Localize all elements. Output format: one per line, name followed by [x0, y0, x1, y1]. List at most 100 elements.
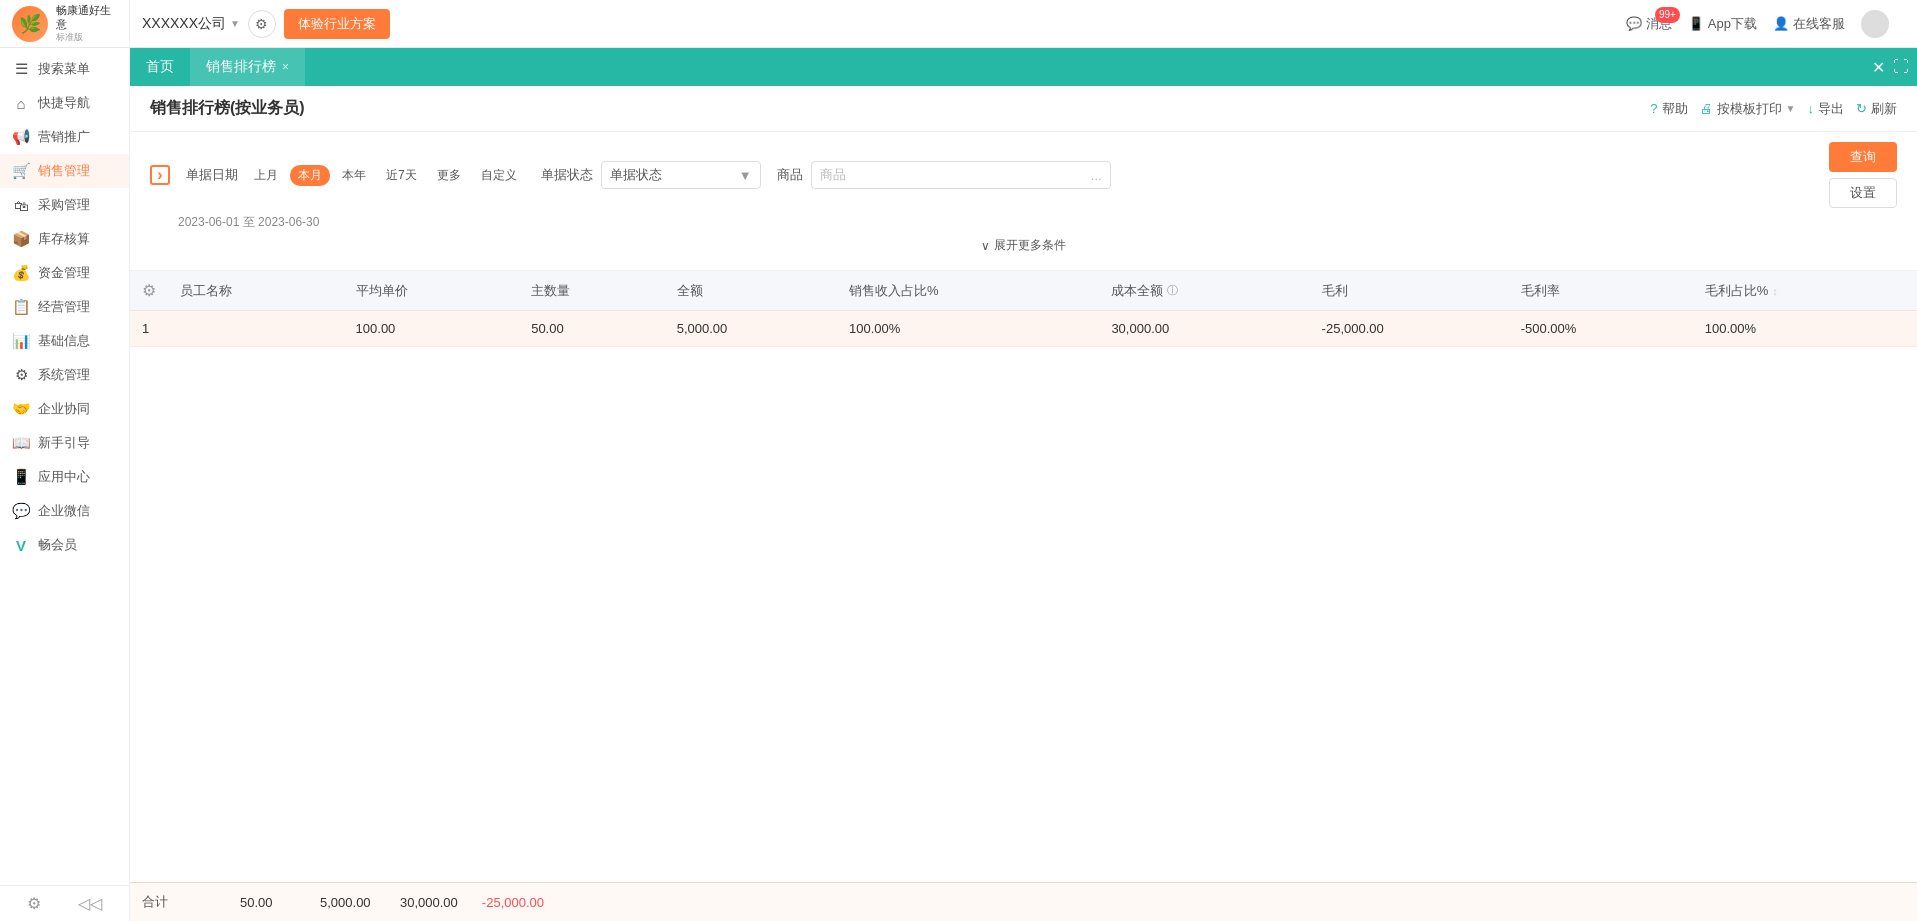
col-cost: 成本全额 ⓘ: [1099, 271, 1309, 311]
goods-filter: 商品 商品 ...: [777, 161, 1111, 189]
date-tab-last-month[interactable]: 上月: [246, 165, 286, 186]
company-selector[interactable]: XXXXXX公司 ▼: [142, 15, 240, 33]
cost-info-icon[interactable]: ⓘ: [1167, 283, 1178, 298]
cell-cost: 30,000.00: [1099, 311, 1309, 347]
help-button[interactable]: ? 帮助: [1650, 100, 1687, 118]
goods-filter-label: 商品: [777, 166, 803, 184]
col-avg-price: 平均单价: [344, 271, 520, 311]
user-avatar[interactable]: [1861, 10, 1889, 38]
sidebar-item-apps[interactable]: 📱 应用中心: [0, 460, 129, 494]
sidebar-item-corp[interactable]: 🤝 企业协同: [0, 392, 129, 426]
cell-sales-pct: 100.00%: [837, 311, 1099, 347]
help-icon: ?: [1650, 101, 1657, 116]
operations-icon: 📋: [12, 298, 30, 316]
tab-home[interactable]: 首页: [130, 48, 190, 86]
sidebar-item-label: 销售管理: [38, 162, 90, 180]
guide-icon: 📖: [12, 434, 30, 452]
data-table: ⚙ 员工名称 平均单价 主数量 全额 销售收入占比%: [130, 271, 1917, 347]
settings-button-filter[interactable]: 设置: [1829, 178, 1897, 208]
sidebar-item-basic[interactable]: 📊 基础信息: [0, 324, 129, 358]
sidebar-item-marketing[interactable]: 📢 营销推广: [0, 120, 129, 154]
col-settings-icon[interactable]: ⚙: [142, 282, 156, 299]
query-button[interactable]: 查询: [1829, 142, 1897, 172]
profit-pct-sort-icon[interactable]: ↕: [1772, 285, 1778, 297]
sidebar-settings-icon[interactable]: ⚙: [27, 894, 41, 913]
tab-sales-ranking-label: 销售排行榜: [206, 58, 276, 76]
sidebar-item-label: 资金管理: [38, 264, 90, 282]
filter-expand-toggle[interactable]: ›: [150, 165, 170, 185]
col-settings-header[interactable]: ⚙: [130, 271, 168, 311]
app-name: 畅康通好生意: [56, 3, 117, 32]
sidebar-item-system[interactable]: ⚙ 系统管理: [0, 358, 129, 392]
sidebar-item-member[interactable]: V 畅会员: [0, 528, 129, 562]
template-print-button[interactable]: 🖨 按模板打印 ▼: [1700, 100, 1796, 118]
tab-sales-ranking[interactable]: 销售排行榜 ×: [190, 48, 305, 86]
sidebar-item-label: 基础信息: [38, 332, 90, 350]
sidebar-item-purchase[interactable]: 🛍 采购管理: [0, 188, 129, 222]
sidebar-item-search[interactable]: ☰ 搜索菜单: [0, 52, 129, 86]
app-version: 标准版: [56, 31, 117, 44]
service-icon: 👤: [1773, 16, 1789, 31]
date-tab-custom[interactable]: 自定义: [473, 165, 525, 186]
sidebar-collapse-icon[interactable]: ◁◁: [78, 894, 102, 913]
expand-down-icon: ∨: [981, 239, 990, 253]
trial-button[interactable]: 体验行业方案: [284, 9, 390, 39]
cell-profit-rate: -500.00%: [1509, 311, 1693, 347]
tab-bar-close-icon[interactable]: ✕: [1872, 58, 1885, 77]
status-select-arrow: ▼: [739, 168, 752, 183]
message-button[interactable]: 💬 消息 99+: [1626, 15, 1672, 33]
tab-bar-maximize-icon[interactable]: ⛶: [1893, 58, 1909, 76]
table-row: 1 100.00 50.00 5,000.00 100.00% 30,000.0…: [130, 311, 1917, 347]
col-profit: 毛利: [1310, 271, 1509, 311]
cell-amount: 5,000.00: [665, 311, 837, 347]
refresh-button[interactable]: ↻ 刷新: [1856, 100, 1897, 118]
finance-icon: 💰: [12, 264, 30, 282]
refresh-label: 刷新: [1871, 100, 1897, 118]
table-footer: 合计 50.00 5,000.00 30,000.00 -25,000.00: [130, 882, 1917, 921]
sidebar-item-label: 新手引导: [38, 434, 90, 452]
sidebar-item-label: 系统管理: [38, 366, 90, 384]
goods-more-icon[interactable]: ...: [1091, 168, 1102, 183]
export-button[interactable]: ↓ 导出: [1808, 100, 1845, 118]
footer-profit: -25,000.00: [470, 895, 556, 910]
action-buttons: 查询 设置: [1829, 142, 1897, 208]
footer-cost: 30,000.00: [388, 895, 470, 910]
date-tab-current-month[interactable]: 本月: [290, 165, 330, 186]
goods-input[interactable]: 商品 ...: [811, 161, 1111, 189]
apps-icon: 📱: [12, 468, 30, 486]
sidebar-item-inventory[interactable]: 📦 库存核算: [0, 222, 129, 256]
status-filter: 单据状态 单据状态 ▼: [541, 161, 761, 189]
sidebar-item-finance[interactable]: 💰 资金管理: [0, 256, 129, 290]
date-tabs: 上月 本月 本年 近7天 更多 自定义: [246, 165, 525, 186]
help-label: 帮助: [1662, 100, 1688, 118]
expand-more-filters[interactable]: ∨ 展开更多条件: [150, 231, 1897, 260]
message-badge: 99+: [1655, 7, 1680, 23]
sales-icon: 🛒: [12, 162, 30, 180]
status-select[interactable]: 单据状态 ▼: [601, 161, 761, 189]
export-label: 导出: [1818, 100, 1844, 118]
col-quantity: 主数量: [519, 271, 665, 311]
sidebar-item-operations[interactable]: 📋 经营管理: [0, 290, 129, 324]
company-dropdown-icon: ▼: [230, 18, 240, 29]
status-filter-label: 单据状态: [541, 166, 593, 184]
sidebar-item-wechat[interactable]: 💬 企业微信: [0, 494, 129, 528]
app-download-button[interactable]: 📱 App下载: [1688, 15, 1757, 33]
cell-rank: 1: [130, 311, 168, 347]
template-print-label: 按模板打印: [1717, 100, 1782, 118]
sidebar-item-label: 企业协同: [38, 400, 90, 418]
sidebar-item-nav[interactable]: ⌂ 快捷导航: [0, 86, 129, 120]
date-filter-label: 单据日期: [186, 166, 238, 184]
sidebar-item-sales[interactable]: 🛒 销售管理: [0, 154, 129, 188]
tab-close-icon[interactable]: ×: [282, 60, 289, 74]
col-profit-rate: 毛利率: [1509, 271, 1693, 311]
cell-avg-price: 100.00: [344, 311, 520, 347]
cell-profit: -25,000.00: [1310, 311, 1509, 347]
settings-button[interactable]: ⚙: [248, 10, 276, 38]
date-tab-more[interactable]: 更多: [429, 165, 469, 186]
date-tab-current-year[interactable]: 本年: [334, 165, 374, 186]
member-icon: V: [12, 537, 30, 554]
corp-icon: 🤝: [12, 400, 30, 418]
date-tab-7days[interactable]: 近7天: [378, 165, 425, 186]
sidebar-item-guide[interactable]: 📖 新手引导: [0, 426, 129, 460]
online-service-button[interactable]: 👤 在线客服: [1773, 15, 1845, 33]
